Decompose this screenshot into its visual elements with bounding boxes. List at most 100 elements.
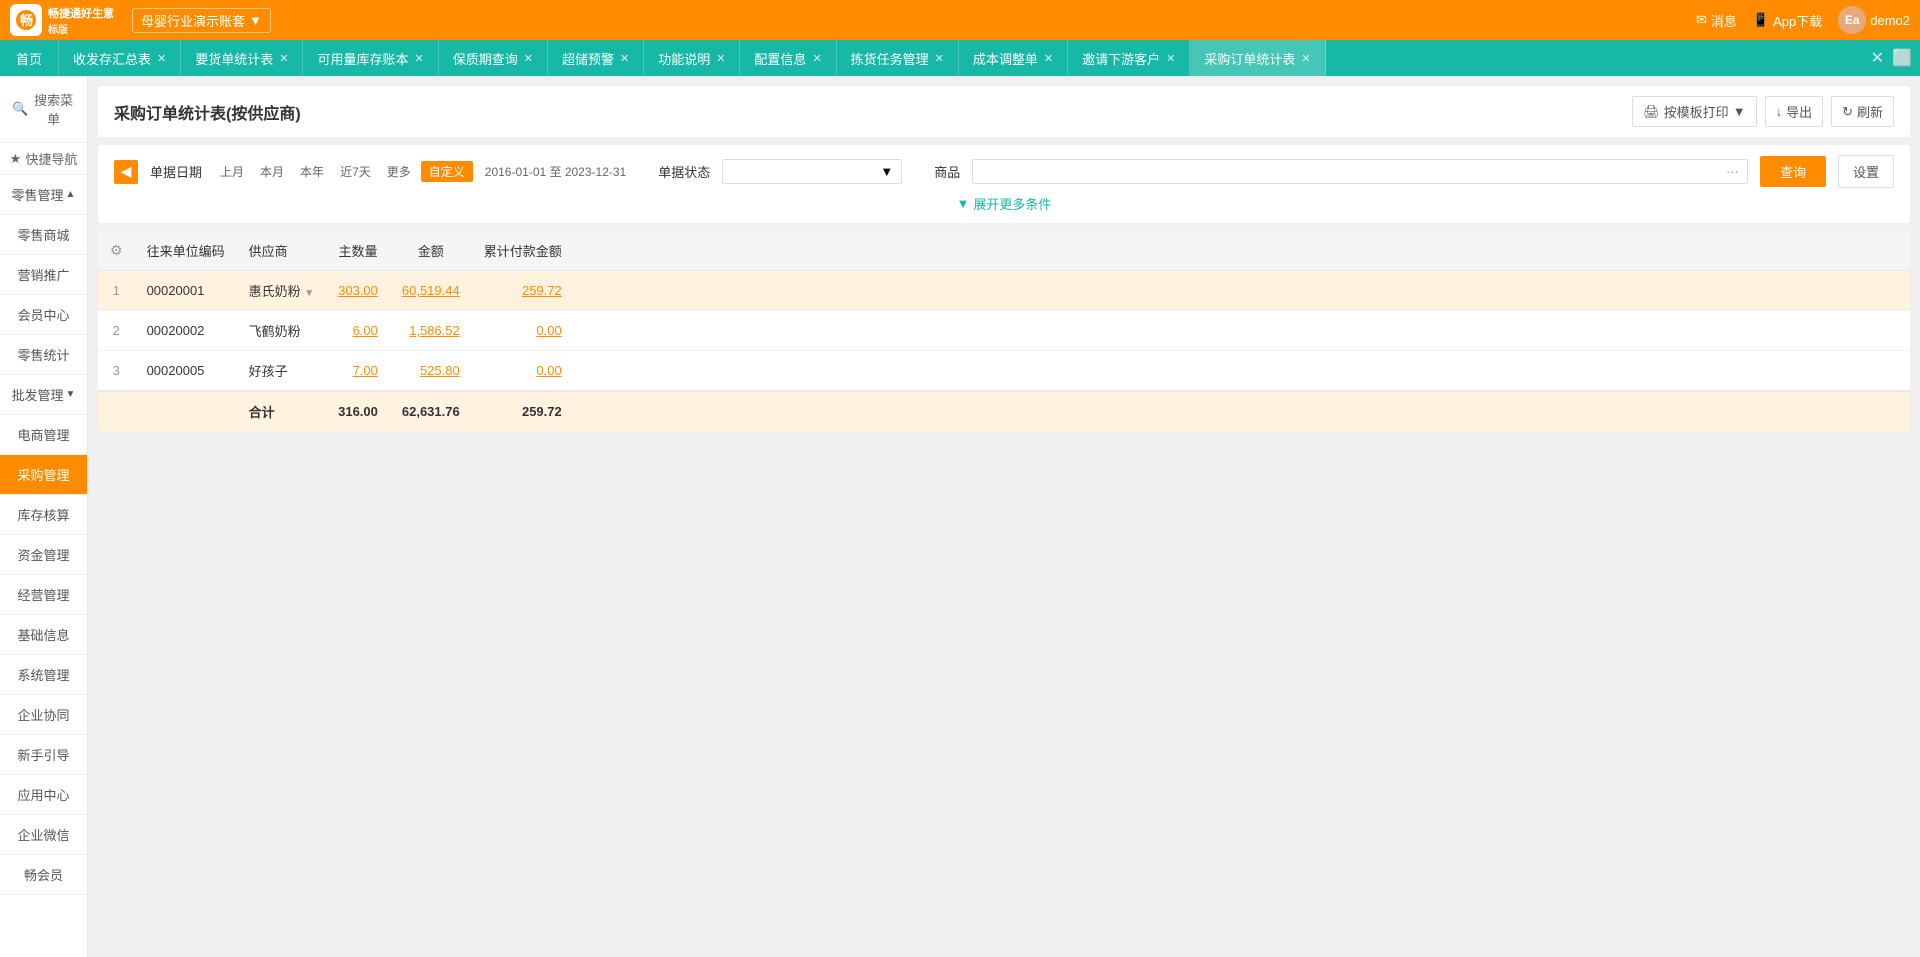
more-dots-icon[interactable]: ··· [1726, 164, 1739, 179]
close-icon[interactable]: ✕ [716, 52, 725, 65]
row-quantity[interactable]: 7.00 [326, 351, 390, 392]
svg-text:畅: 畅 [20, 13, 33, 28]
row-paid[interactable]: 0.00 [472, 311, 574, 351]
row-amount[interactable]: 60,519.44 [390, 271, 472, 311]
refresh-button[interactable]: ↻ 刷新 [1831, 96, 1894, 127]
expand-more-button[interactable]: ▼ 展开更多条件 [957, 194, 1052, 213]
sidebar-item-ecommerce[interactable]: 电商管理 [0, 415, 87, 455]
tab-kuyou[interactable]: 可用量库存账本 ✕ [303, 40, 438, 76]
tab-jianhuo[interactable]: 拣货任务管理 ✕ [837, 40, 959, 76]
sidebar-item-inventory[interactable]: 库存核算 [0, 495, 87, 535]
tab-label: 收发存汇总表 [73, 49, 151, 68]
date-custom-btn[interactable]: 自定义 [421, 161, 473, 182]
tab-home-label: 首页 [16, 49, 42, 68]
table-row: 3 00020005 好孩子 7.00 525.80 0.00 [98, 351, 1910, 392]
tab-home[interactable]: 首页 [0, 40, 59, 76]
goods-input-area[interactable]: ··· [972, 159, 1748, 184]
search-menu-label: 搜索菜单 [32, 90, 75, 128]
message-btn[interactable]: ✉ 消息 [1696, 11, 1737, 30]
sidebar-item-operations[interactable]: 经营管理 [0, 575, 87, 615]
tab-chaochu[interactable]: 超储预警 ✕ [548, 40, 644, 76]
row-quantity[interactable]: 303.00 [326, 271, 390, 311]
date-7days-btn[interactable]: 近7天 [334, 161, 377, 182]
tab-chengben[interactable]: 成本调整单 ✕ [959, 40, 1068, 76]
status-dropdown[interactable]: ▼ [722, 159, 902, 184]
printer-icon: 🖨 [1643, 104, 1660, 120]
close-icon[interactable]: ✕ [1301, 52, 1310, 65]
close-icon[interactable]: ✕ [935, 52, 944, 65]
expand-row-icon[interactable]: ▼ [304, 288, 314, 299]
sidebar-item-label: 应用中心 [17, 788, 69, 803]
tab-shou-fa-cun[interactable]: 收发存汇总表 ✕ [59, 40, 181, 76]
sidebar-item-member2[interactable]: 畅会员 [0, 855, 87, 895]
sidebar-item-finance[interactable]: 资金管理 [0, 535, 87, 575]
close-icon[interactable]: ✕ [1166, 52, 1175, 65]
settings-button[interactable]: 设置 [1838, 155, 1894, 188]
sidebar-item-wechat[interactable]: 企业微信 [0, 815, 87, 855]
tab-label: 配置信息 [754, 49, 806, 68]
footer-extra [574, 391, 1910, 432]
date-this-year-btn[interactable]: 本年 [294, 161, 330, 182]
column-settings-icon[interactable]: ⚙ [110, 242, 123, 258]
quick-nav-label: 快捷导航 [25, 149, 77, 168]
table-footer-row: 合计 316.00 62,631.76 259.72 [98, 391, 1910, 432]
row-unit-code: 00020001 [135, 271, 237, 311]
close-icon[interactable]: ✕ [620, 52, 629, 65]
close-icon[interactable]: ✕ [279, 52, 288, 65]
search-button[interactable]: 查询 [1760, 156, 1826, 187]
row-quantity[interactable]: 6.00 [326, 311, 390, 351]
sidebar-item-member[interactable]: 会员中心 [0, 295, 87, 335]
goods-filter-label: 商品 [934, 162, 960, 181]
close-icon[interactable]: ✕ [812, 52, 821, 65]
date-filter-label: 单据日期 [150, 162, 202, 181]
tab-baozhi[interactable]: 保质期查询 ✕ [439, 40, 548, 76]
sidebar-item-label: 营销推广 [17, 268, 69, 283]
filter-bar: ◀ 单据日期 上月 本月 本年 近7天 更多 自定义 2016-01-01 至 … [98, 145, 1910, 223]
row-amount[interactable]: 1,586.52 [390, 311, 472, 351]
row-amount[interactable]: 525.80 [390, 351, 472, 392]
fullscreen-icon[interactable]: ⬜ [1892, 48, 1912, 68]
table-container: ⚙ 往来单位编码 供应商 主数量 金额 累计付款金额 1 [98, 231, 1910, 432]
close-icon[interactable]: ✕ [157, 52, 166, 65]
row-paid[interactable]: 259.72 [472, 271, 574, 311]
export-button[interactable]: ↓ 导出 [1765, 96, 1824, 127]
footer-paid: 259.72 [472, 391, 574, 432]
date-more-btn[interactable]: 更多 [381, 161, 417, 182]
sidebar-item-app-center[interactable]: 应用中心 [0, 775, 87, 815]
sidebar-item-retail-shop[interactable]: 零售商城 [0, 215, 87, 255]
sidebar-item-newbie[interactable]: 新手引导 [0, 735, 87, 775]
goods-search-input[interactable] [981, 164, 1722, 179]
date-this-month-btn[interactable]: 本月 [254, 161, 290, 182]
sidebar-item-marketing[interactable]: 营销推广 [0, 255, 87, 295]
account-selector[interactable]: 母婴行业演示账套 ▼ [132, 8, 271, 33]
tab-gongneng[interactable]: 功能说明 ✕ [644, 40, 740, 76]
user-avatar-area[interactable]: Ea demo2 [1838, 6, 1910, 34]
col-unit-code-header: 往来单位编码 [135, 231, 237, 271]
sidebar-item-basic-info[interactable]: 基础信息 [0, 615, 87, 655]
col-settings-header: ⚙ [98, 231, 135, 271]
quick-nav-button[interactable]: ★ 快捷导航 [0, 143, 87, 175]
search-menu-button[interactable]: 🔍 搜索菜单 [8, 84, 79, 134]
date-last-month-btn[interactable]: 上月 [214, 161, 250, 182]
close-icon[interactable]: ✕ [1044, 52, 1053, 65]
tab-yao-huo[interactable]: 要货单统计表 ✕ [181, 40, 303, 76]
close-all-icon[interactable]: ✕ [1871, 48, 1884, 68]
print-button[interactable]: 🖨 按模板打印 ▼ [1632, 96, 1756, 127]
sidebar-item-enterprise[interactable]: 企业协同 [0, 695, 87, 735]
sidebar-item-retail-stat[interactable]: 零售统计 [0, 335, 87, 375]
footer-empty1 [98, 391, 135, 432]
tab-yaoqing[interactable]: 邀请下游客户 ✕ [1068, 40, 1190, 76]
close-icon[interactable]: ✕ [415, 52, 424, 65]
sidebar-item-retail-mgmt[interactable]: 零售管理 ▲ [0, 175, 87, 215]
sidebar-item-system[interactable]: 系统管理 [0, 655, 87, 695]
tab-caigou-active[interactable]: 采购订单统计表 ✕ [1190, 40, 1325, 76]
sidebar-item-wholesale[interactable]: 批发管理 ▼ [0, 375, 87, 415]
filter-toggle-button[interactable]: ◀ [114, 160, 138, 184]
app-download-btn[interactable]: 📱 App下载 [1753, 11, 1822, 30]
row-paid[interactable]: 0.00 [472, 351, 574, 392]
sidebar-item-label: 资金管理 [17, 548, 69, 563]
tab-peizhi[interactable]: 配置信息 ✕ [740, 40, 836, 76]
close-icon[interactable]: ✕ [524, 52, 533, 65]
sidebar: 🔍 搜索菜单 ★ 快捷导航 零售管理 ▲ 零售商城 营销推广 会员中心 零售统计… [0, 76, 88, 957]
sidebar-item-purchase[interactable]: 采购管理 [0, 455, 87, 495]
